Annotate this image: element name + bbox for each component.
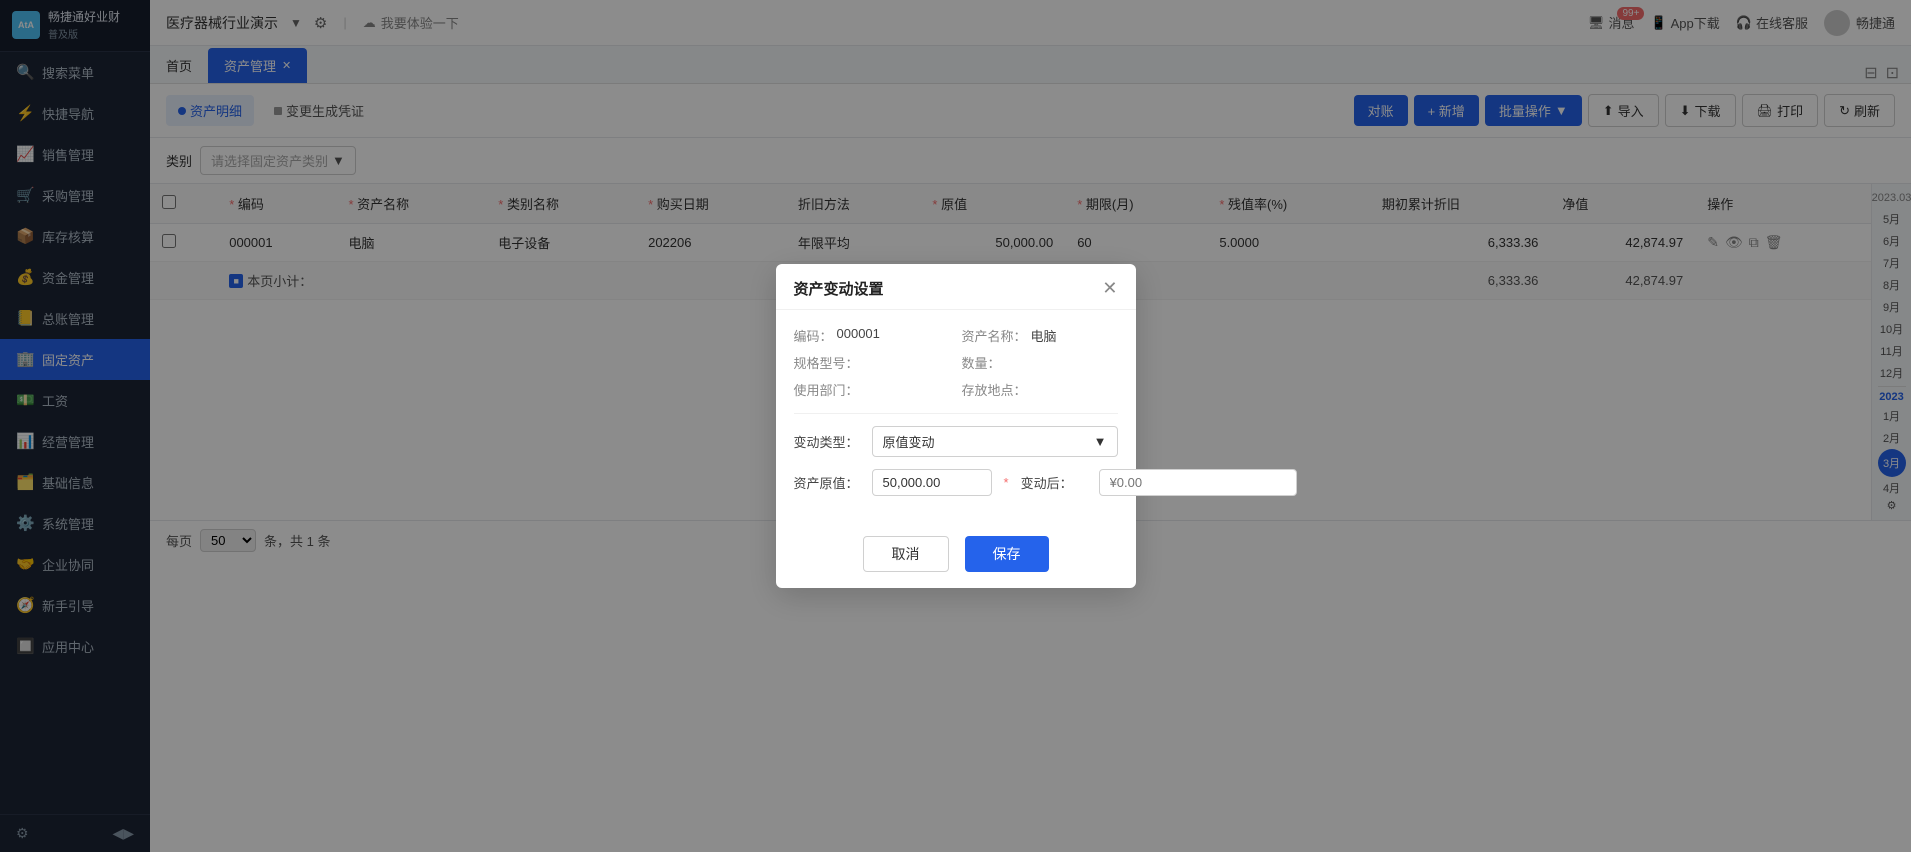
modal-asset-name-value: 电脑 [1031, 326, 1057, 345]
modal-body: 编码： 000001 资产名称： 电脑 规格型号： 数量： 使用部门： [776, 310, 1136, 524]
cancel-button[interactable]: 取消 [863, 536, 949, 572]
modal-location-field: 存放地点： [962, 380, 1118, 399]
modal-spec-field: 规格型号： [794, 353, 950, 372]
modal-values-row: 资产原值： * 变动后： [794, 469, 1118, 496]
modal-change-type-label: 变动类型： [794, 432, 864, 451]
modal-overlay: 资产变动设置 ✕ 编码： 000001 资产名称： 电脑 规格型号： 数量： [0, 0, 1911, 852]
modal-after-input[interactable] [1099, 469, 1297, 496]
modal-footer: 取消 保存 [776, 524, 1136, 588]
required-star: * [1004, 475, 1009, 490]
modal-dept-field: 使用部门： [794, 380, 950, 399]
modal-quantity-field: 数量： [962, 353, 1118, 372]
asset-change-modal: 资产变动设置 ✕ 编码： 000001 资产名称： 电脑 规格型号： 数量： [776, 264, 1136, 588]
modal-close-icon[interactable]: ✕ [1102, 278, 1117, 299]
modal-title: 资产变动设置 [794, 278, 884, 299]
modal-original-value-label: 资产原值： [794, 473, 864, 492]
modal-divider [794, 413, 1118, 414]
modal-change-type-select[interactable]: 原值变动 ▼ [872, 426, 1118, 457]
modal-after-label: 变动后： [1021, 473, 1091, 492]
modal-asset-name-field: 资产名称： 电脑 [962, 326, 1118, 345]
modal-change-type-row: 变动类型： 原值变动 ▼ [794, 426, 1118, 457]
modal-code-field: 编码： 000001 [794, 326, 950, 345]
chevron-down-icon: ▼ [1094, 434, 1107, 449]
modal-header: 资产变动设置 ✕ [776, 264, 1136, 310]
modal-info-grid: 编码： 000001 资产名称： 电脑 规格型号： 数量： 使用部门： [794, 326, 1118, 399]
modal-original-value-input[interactable] [872, 469, 992, 496]
modal-code-value: 000001 [837, 326, 880, 345]
modal-change-type-value: 原值变动 [883, 432, 935, 451]
save-button[interactable]: 保存 [965, 536, 1049, 572]
